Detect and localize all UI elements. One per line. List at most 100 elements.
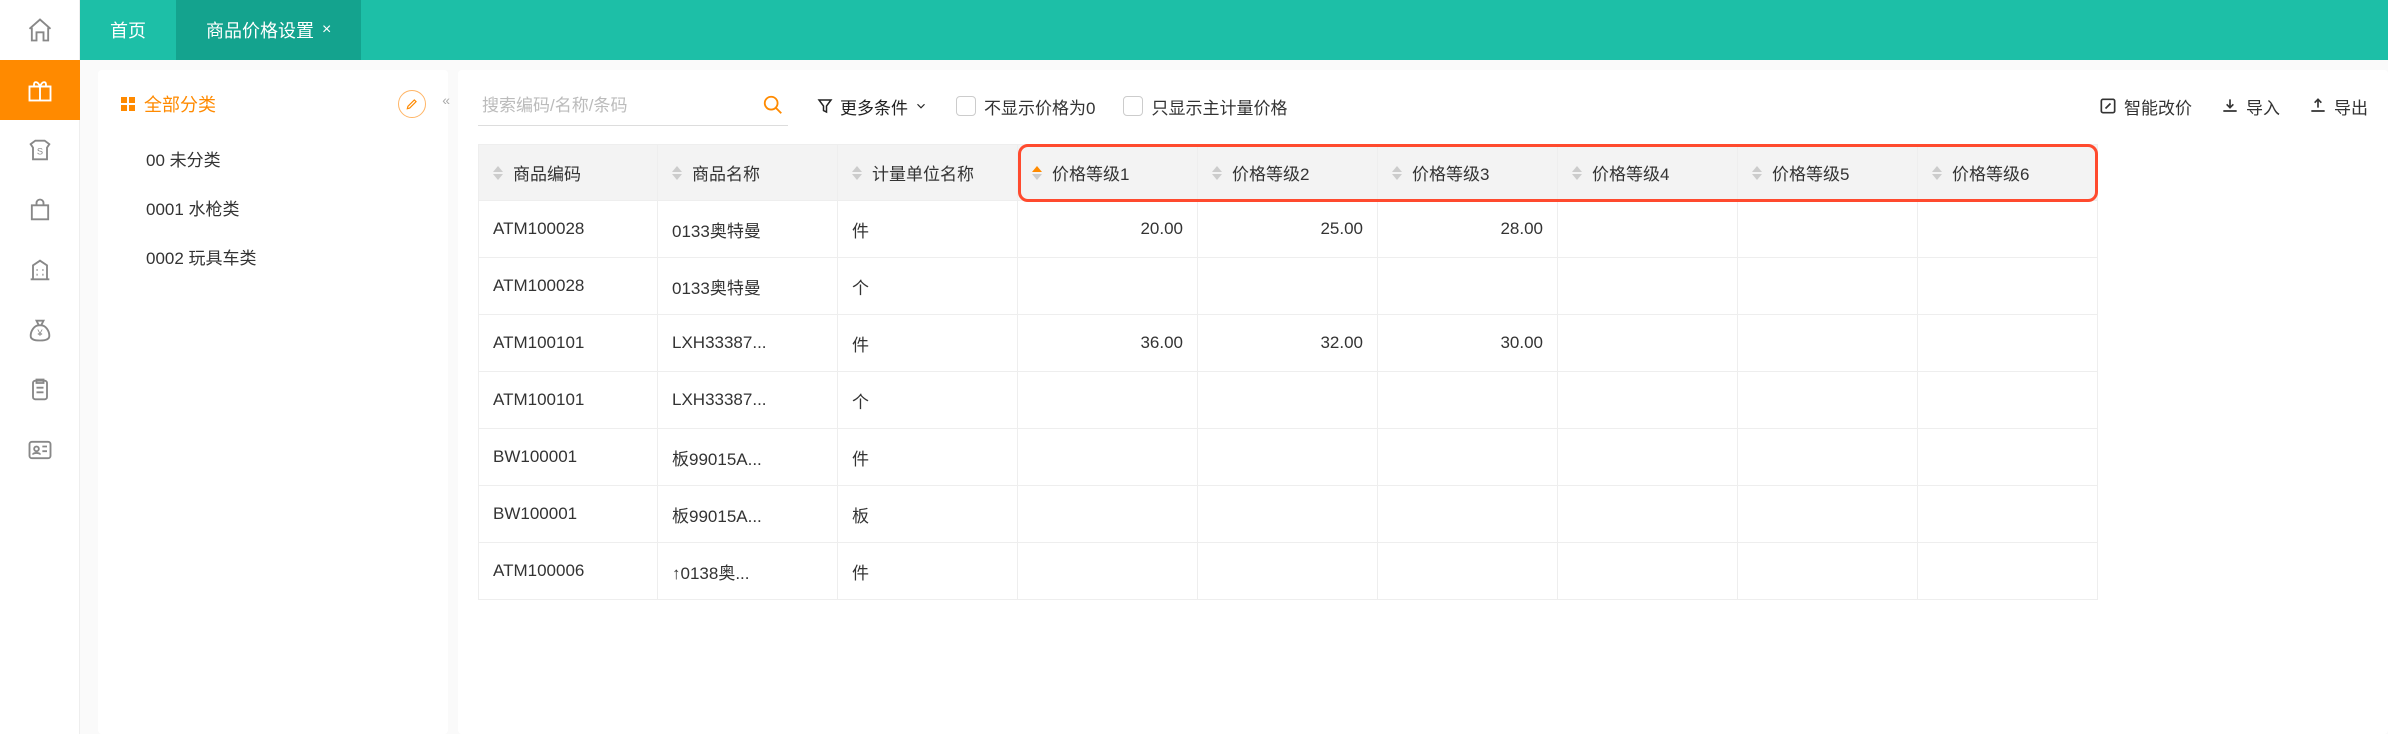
svg-text:¥: ¥ (36, 328, 43, 338)
th-label: 价格等级4 (1592, 160, 1669, 185)
cell-p2[interactable] (1198, 429, 1378, 486)
cell-p5[interactable] (1738, 486, 1918, 543)
cell-p6[interactable] (1918, 429, 2098, 486)
cell-p1[interactable] (1018, 429, 1198, 486)
cell-p1[interactable] (1018, 372, 1198, 429)
cell-p6[interactable] (1918, 486, 2098, 543)
cell-p3[interactable] (1378, 429, 1558, 486)
cell-p3[interactable] (1378, 372, 1558, 429)
tab-product-price-settings[interactable]: 商品价格设置 × (176, 0, 361, 60)
cell-name: 0133奥特曼 (658, 258, 838, 315)
collapse-sidebar-icon[interactable]: « (442, 92, 450, 108)
cell-p3[interactable] (1378, 543, 1558, 600)
category-item[interactable]: 0002 玩具车类 (98, 232, 448, 281)
th-unit[interactable]: 计量单位名称 (838, 144, 1018, 201)
cell-p4[interactable] (1558, 258, 1738, 315)
nav-money-bag[interactable]: ¥ (0, 300, 80, 360)
cell-unit: 件 (838, 543, 1018, 600)
search-input[interactable] (478, 86, 788, 126)
cell-p6[interactable] (1918, 315, 2098, 372)
category-item[interactable]: 00 未分类 (98, 134, 448, 183)
cell-p2[interactable] (1198, 258, 1378, 315)
cell-p5[interactable] (1738, 372, 1918, 429)
cell-p6[interactable] (1918, 201, 2098, 258)
cell-p2[interactable]: 25.00 (1198, 201, 1378, 258)
cell-p4[interactable] (1558, 372, 1738, 429)
cell-p1[interactable] (1018, 486, 1198, 543)
th-price-1[interactable]: 价格等级1 (1018, 144, 1198, 201)
import-label: 导入 (2246, 94, 2280, 119)
cell-p6[interactable] (1918, 372, 2098, 429)
toolbar: 更多条件 不显示价格为0 只显示主计量价格 智能改价 (478, 86, 2368, 126)
only-main-unit-checkbox[interactable]: 只显示主计量价格 (1123, 94, 1287, 119)
th-price-4[interactable]: 价格等级4 (1558, 144, 1738, 201)
cell-p2[interactable] (1198, 543, 1378, 600)
category-item-label: 0002 玩具车类 (146, 249, 257, 268)
cell-p2[interactable] (1198, 372, 1378, 429)
th-label: 商品编码 (513, 160, 581, 185)
nav-building[interactable] (0, 240, 80, 300)
cell-p1[interactable]: 20.00 (1018, 201, 1198, 258)
cell-p5[interactable] (1738, 201, 1918, 258)
cell-p4[interactable] (1558, 315, 1738, 372)
cell-p6[interactable] (1918, 258, 2098, 315)
cell-name: 板99015A... (658, 486, 838, 543)
cell-p3[interactable] (1378, 486, 1558, 543)
search-box (478, 86, 788, 126)
cell-p3[interactable] (1378, 258, 1558, 315)
cell-p1[interactable]: 36.00 (1018, 315, 1198, 372)
cell-p5[interactable] (1738, 429, 1918, 486)
cell-p4[interactable] (1558, 201, 1738, 258)
more-filters-button[interactable]: 更多条件 (816, 94, 928, 119)
cell-p4[interactable] (1558, 429, 1738, 486)
import-button[interactable]: 导入 (2220, 94, 2280, 119)
smart-edit-button[interactable]: 智能改价 (2098, 94, 2192, 119)
cell-p5[interactable] (1738, 315, 1918, 372)
cell-code: ATM100101 (478, 315, 658, 372)
cell-p2[interactable] (1198, 486, 1378, 543)
cell-p4[interactable] (1558, 543, 1738, 600)
th-label: 价格等级3 (1412, 160, 1489, 185)
cell-p6[interactable] (1918, 543, 2098, 600)
cell-p4[interactable] (1558, 486, 1738, 543)
nav-rail: S ¥ (0, 0, 80, 734)
cell-p3[interactable]: 28.00 (1378, 201, 1558, 258)
hide-zero-checkbox[interactable]: 不显示价格为0 (956, 94, 1095, 119)
cell-unit: 件 (838, 315, 1018, 372)
cell-code: ATM100028 (478, 258, 658, 315)
th-price-5[interactable]: 价格等级5 (1738, 144, 1918, 201)
cell-p3[interactable]: 30.00 (1378, 315, 1558, 372)
cell-p5[interactable] (1738, 258, 1918, 315)
th-label: 计量单位名称 (872, 160, 974, 185)
cell-p1[interactable] (1018, 258, 1198, 315)
chevron-down-icon (914, 99, 928, 113)
th-price-2[interactable]: 价格等级2 (1198, 144, 1378, 201)
th-label: 价格等级2 (1232, 160, 1309, 185)
category-item[interactable]: 0001 水枪类 (98, 183, 448, 232)
nav-contact-card[interactable] (0, 420, 80, 480)
tab-home[interactable]: 首页 (80, 0, 176, 60)
th-price-3[interactable]: 价格等级3 (1378, 144, 1558, 201)
category-title: 全部分类 (144, 91, 398, 117)
search-icon[interactable] (762, 94, 784, 119)
nav-bag[interactable] (0, 180, 80, 240)
nav-home[interactable] (0, 0, 80, 60)
category-sidebar: 全部分类 « 00 未分类 0001 水枪类 0002 玩具车类 (98, 70, 448, 734)
edit-category-button[interactable] (398, 90, 426, 118)
export-button[interactable]: 导出 (2308, 94, 2368, 119)
import-icon (2220, 96, 2240, 116)
cell-p1[interactable] (1018, 543, 1198, 600)
close-icon[interactable]: × (322, 21, 331, 39)
cell-unit: 个 (838, 258, 1018, 315)
th-name[interactable]: 商品名称 (658, 144, 838, 201)
cell-name: LXH33387... (658, 315, 838, 372)
cell-p5[interactable] (1738, 543, 1918, 600)
th-code[interactable]: 商品编码 (478, 144, 658, 201)
th-price-6[interactable]: 价格等级6 (1918, 144, 2098, 201)
more-filters-label: 更多条件 (840, 94, 908, 119)
nav-gift[interactable] (0, 60, 80, 120)
nav-clipboard[interactable] (0, 360, 80, 420)
cell-p2[interactable]: 32.00 (1198, 315, 1378, 372)
cell-name: 板99015A... (658, 429, 838, 486)
nav-dollar-shirt[interactable]: S (0, 120, 80, 180)
